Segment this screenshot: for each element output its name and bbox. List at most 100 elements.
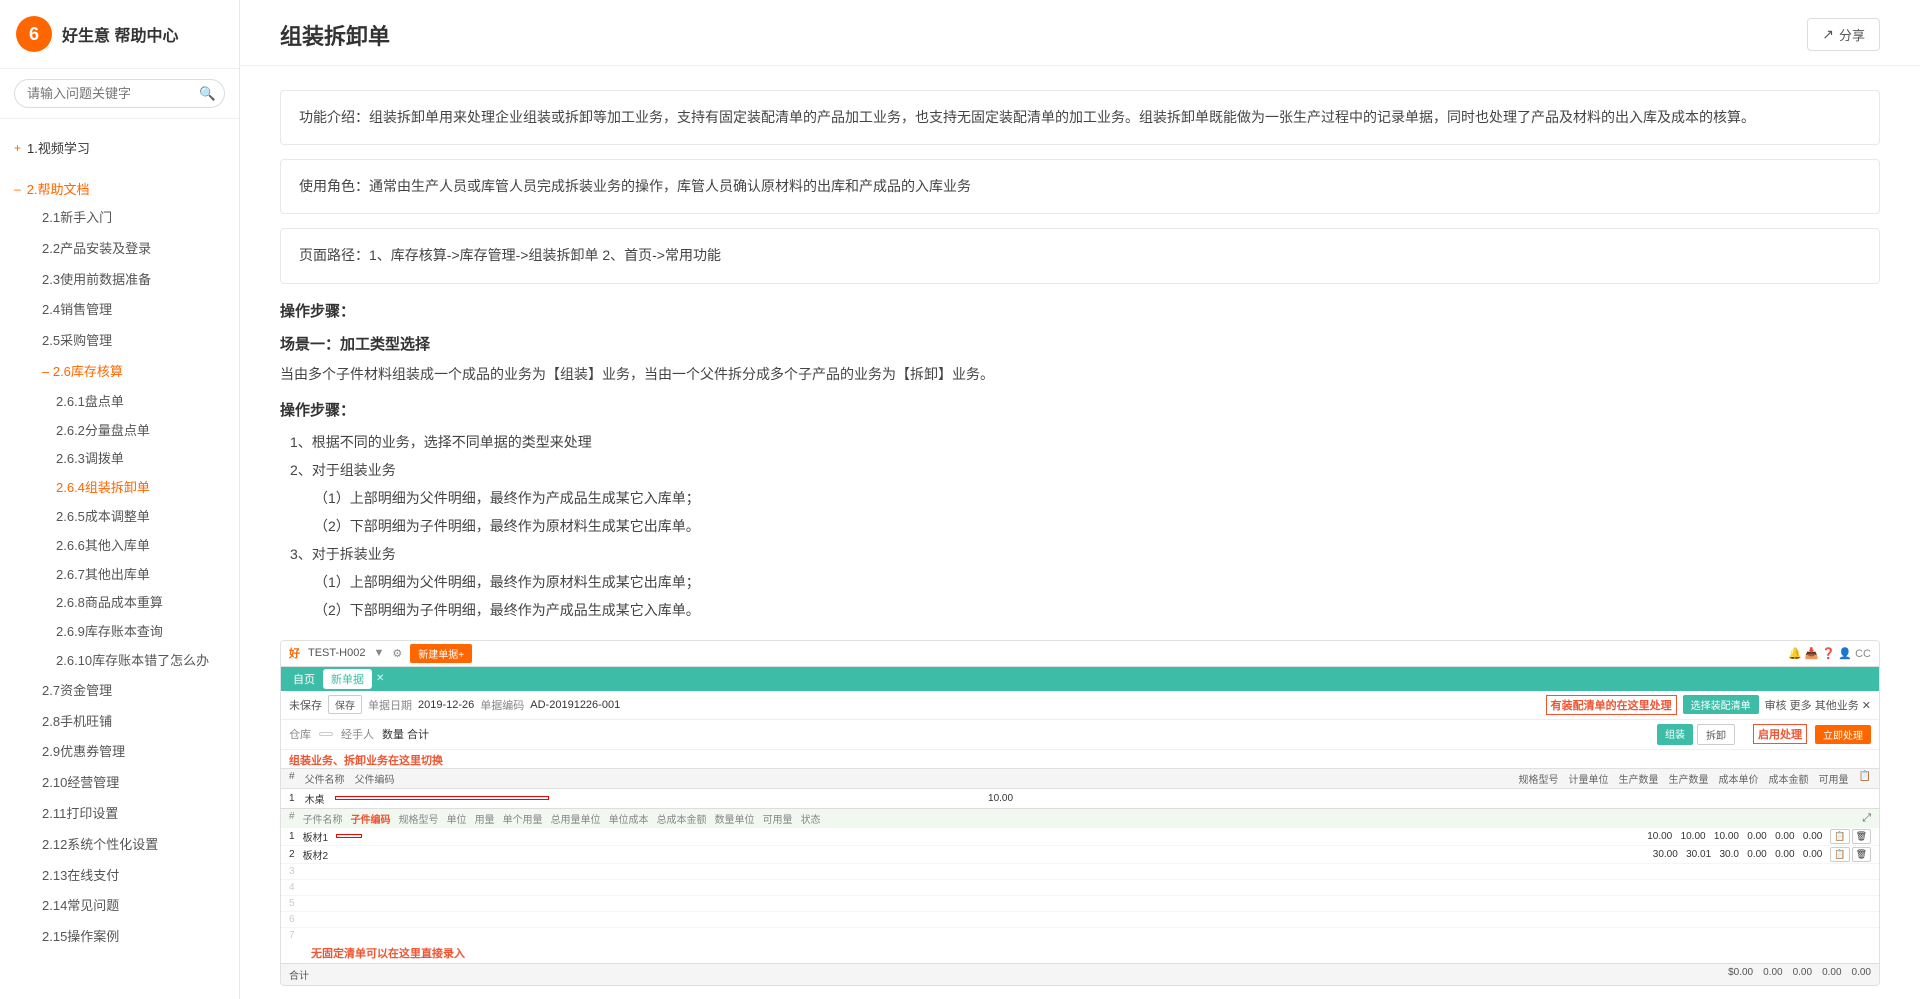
sim-sc-avail: 可用量: [763, 811, 793, 826]
sidebar-item-cases[interactable]: 2.15操作案例: [14, 922, 225, 953]
sidebar-item-sales[interactable]: 2.4销售管理: [14, 295, 225, 326]
sim-row1-code[interactable]: [335, 796, 549, 800]
plus-icon-1: +: [14, 141, 21, 155]
sidebar-item-other-in[interactable]: 2.6.6其他入库单: [14, 532, 225, 561]
steps-container: 1、根据不同的业务，选择不同单据的类型来处理 2、对于组装业务 （1）上部明细为…: [290, 428, 1880, 624]
search-button[interactable]: 🔍: [199, 86, 216, 102]
sidebar-item-cost-recalc[interactable]: 2.6.8商品成本重算: [14, 589, 225, 618]
sim-home-tab[interactable]: 自页: [289, 669, 319, 689]
sim-process-btn[interactable]: 立即处理: [1815, 725, 1871, 744]
sim-sr1-actions: 📋 🗑: [1830, 829, 1871, 844]
sim-doc-no-label: 单据编码: [480, 697, 524, 713]
sim-sr2-actions: 📋 🗑: [1830, 847, 1871, 862]
sim-footer-totals: 合计 $0.00 0.00 0.00 0.00 0.00: [281, 963, 1879, 985]
sim-sr1-code[interactable]: [336, 834, 362, 838]
sim-footer-spacer: [319, 967, 1718, 982]
sim-extra-btns: 审核 更多 其他业务 ✕: [1765, 697, 1871, 713]
sidebar-item-data-prep[interactable]: 2.3使用前数据准备: [14, 265, 225, 296]
sim-type-btns: 组装 拆卸: [1657, 724, 1735, 745]
sim-dropdown: ▼: [373, 647, 384, 659]
sim-sr1-copy[interactable]: 📋: [1830, 829, 1849, 844]
sidebar-item-purchase[interactable]: 2.5采购管理: [14, 326, 225, 357]
sim-disassembly-btn[interactable]: 拆卸: [1697, 724, 1735, 745]
sim-sc-unit-qty: 单个用量: [503, 811, 543, 826]
sim-sr2-nums: 30.00 30.01 30.0 0.00 0.00 0.00: [1653, 849, 1823, 860]
ops-steps-sub-title: 操作步骤：: [280, 399, 1880, 420]
sim-save-btn[interactable]: 保存: [328, 695, 362, 714]
sim-col-spec: 规格型号: [1519, 771, 1559, 786]
sim-row1-name: 木桌: [305, 791, 325, 806]
sidebar-item-assembly[interactable]: 2.6.4组装拆卸单: [14, 474, 225, 503]
sidebar-item-cost-adjust[interactable]: 2.6.5成本调整单: [14, 503, 225, 532]
sidebar-item-inv-ledger[interactable]: 2.6.9库存账本查询: [14, 618, 225, 647]
sim-sr1-nums: 10.00 10.00 10.00 0.00 0.00 0.00: [1647, 831, 1822, 842]
sim-close-tab[interactable]: ✕: [376, 673, 384, 684]
sim-sr1-num: 1: [289, 831, 295, 842]
sidebar-item-mobile[interactable]: 2.8手机旺铺: [14, 707, 225, 738]
sim-doc-id: TEST-H002: [308, 647, 365, 659]
sidebar-label-video: 1.视频学习: [27, 138, 90, 157]
sim-sr2-del[interactable]: 🗑: [1852, 847, 1871, 862]
sim-sr2-name: 板材2: [303, 847, 329, 862]
sim-sc-qty-unit: 数量单位: [715, 811, 755, 826]
sidebar-item-inv-error[interactable]: 2.6.10库存账本错了怎么办: [14, 647, 225, 676]
sidebar-item-portion-stocktake[interactable]: 2.6.2分量盘点单: [14, 417, 225, 446]
sim-screenshot: 好 TEST-H002 ▼ ⚙ 新建单据+ 🔔 📥 ❓ 👤 CC 自页 新单据 …: [281, 641, 1879, 985]
sim-footer-label: 合计: [289, 967, 309, 982]
annotation-no-bom: 无固定清单可以在这里直接录入: [311, 948, 465, 960]
sim-footer-v5: 0.00: [1852, 967, 1871, 982]
sidebar-item-personalize[interactable]: 2.12系统个性化设置: [14, 830, 225, 861]
path-text: 页面路径：1、库存核算->库存管理->组装拆卸单 2、首页->常用功能: [299, 247, 721, 263]
sidebar-item-other-out[interactable]: 2.6.7其他出库单: [14, 561, 225, 590]
sidebar-item-coupon[interactable]: 2.9优惠券管理: [14, 737, 225, 768]
sim-top-right: 🔔 📥 ❓ 👤 CC: [1788, 647, 1871, 660]
sidebar-item-payment[interactable]: 2.13在线支付: [14, 861, 225, 892]
sidebar-item-finance[interactable]: 2.7资金管理: [14, 676, 225, 707]
sim-sr1-del[interactable]: 🗑: [1852, 829, 1871, 844]
sidebar: 6 好生意 帮助中心 🔍 + 1.视频学习 – 2.帮助文档 2.1新手入门 2…: [0, 0, 240, 999]
step-2-1: （1）上部明细为父件明细，最终作为产成品生成某它入库单；: [314, 484, 1880, 512]
step-3-2: （2）下部明细为子件明细，最终作为产成品生成某它入库单。: [314, 596, 1880, 624]
sim-new-doc-btn[interactable]: 新建单据+: [410, 644, 472, 663]
sim-active-tab[interactable]: 新单据: [323, 669, 372, 689]
sim-sc-unit-cost: 单位成本: [609, 811, 649, 826]
search-input[interactable]: [14, 79, 225, 108]
step-3: 3、对于拆装业务: [290, 540, 1880, 568]
nav-section-1: + 1.视频学习: [0, 127, 239, 168]
sim-row1-qty1: 10.00: [988, 793, 1013, 804]
sim-logo: 好: [289, 645, 300, 661]
sim-col-num: #: [289, 771, 295, 786]
sim-sr2-num: 2: [289, 849, 295, 860]
sim-sc-expand[interactable]: ⤢: [1862, 812, 1871, 825]
sim-sr2-copy[interactable]: 📋: [1830, 847, 1849, 862]
sim-table-header: # 父件名称 父件编码 规格型号 计量单位 生产数量 生产数量 成本单价 成本金…: [281, 768, 1879, 789]
sim-sc-child-code: 子件编码: [351, 811, 391, 826]
sim-assembly-btn[interactable]: 组装: [1657, 724, 1693, 745]
sidebar-item-stocktake[interactable]: 2.6.1盘点单: [14, 388, 225, 417]
sim-annotation-row1: 组装业务、拆卸业务在这里切换: [281, 750, 1879, 768]
sidebar-item-beginner[interactable]: 2.1新手入门: [14, 203, 225, 234]
sim-sc-spec: 规格型号: [399, 811, 439, 826]
sim-doc-status: 未保存: [289, 697, 322, 713]
sidebar-item-transfer[interactable]: 2.6.3调拨单: [14, 445, 225, 474]
sim-doc-date-label: 单据日期: [368, 697, 412, 713]
share-button[interactable]: ↗ 分享: [1807, 18, 1880, 51]
sidebar-item-docs[interactable]: – 2.帮助文档: [14, 174, 225, 203]
sim-sub-row-2: 2 板材2 30.00 30.01 30.0 0.00 0.00 0.00 📋 …: [281, 845, 1879, 863]
sidebar-item-install[interactable]: 2.2产品安装及登录: [14, 234, 225, 265]
sidebar-item-print[interactable]: 2.11打印设置: [14, 799, 225, 830]
sim-bom-btn[interactable]: 选择装配清单: [1683, 695, 1759, 714]
page-header: 组装拆卸单 ↗ 分享: [240, 0, 1920, 66]
search-box: 🔍: [0, 69, 239, 119]
sidebar-item-operations[interactable]: 2.10经营管理: [14, 768, 225, 799]
sim-type-row: 仓库 经手人 数量 合计 组装 拆卸 启用处理 立即处理: [281, 720, 1879, 750]
sim-settings: ⚙: [392, 647, 402, 660]
sim-warehouse-field[interactable]: [319, 732, 333, 736]
sidebar-item-faq[interactable]: 2.14常见问题: [14, 891, 225, 922]
sim-sc-total-unit: 总用量单位: [551, 811, 601, 826]
sim-row1-num: 1: [289, 793, 295, 804]
sidebar-item-video[interactable]: + 1.视频学习: [14, 133, 225, 162]
sidebar-item-inventory[interactable]: – 2.6库存核算: [14, 357, 225, 388]
sim-col-action: 📋: [1859, 771, 1871, 786]
sim-subtable-cols: # 子件名称 子件编码 规格型号 单位 用量 单个用量 总用量单位 单位成本 总…: [289, 811, 821, 826]
